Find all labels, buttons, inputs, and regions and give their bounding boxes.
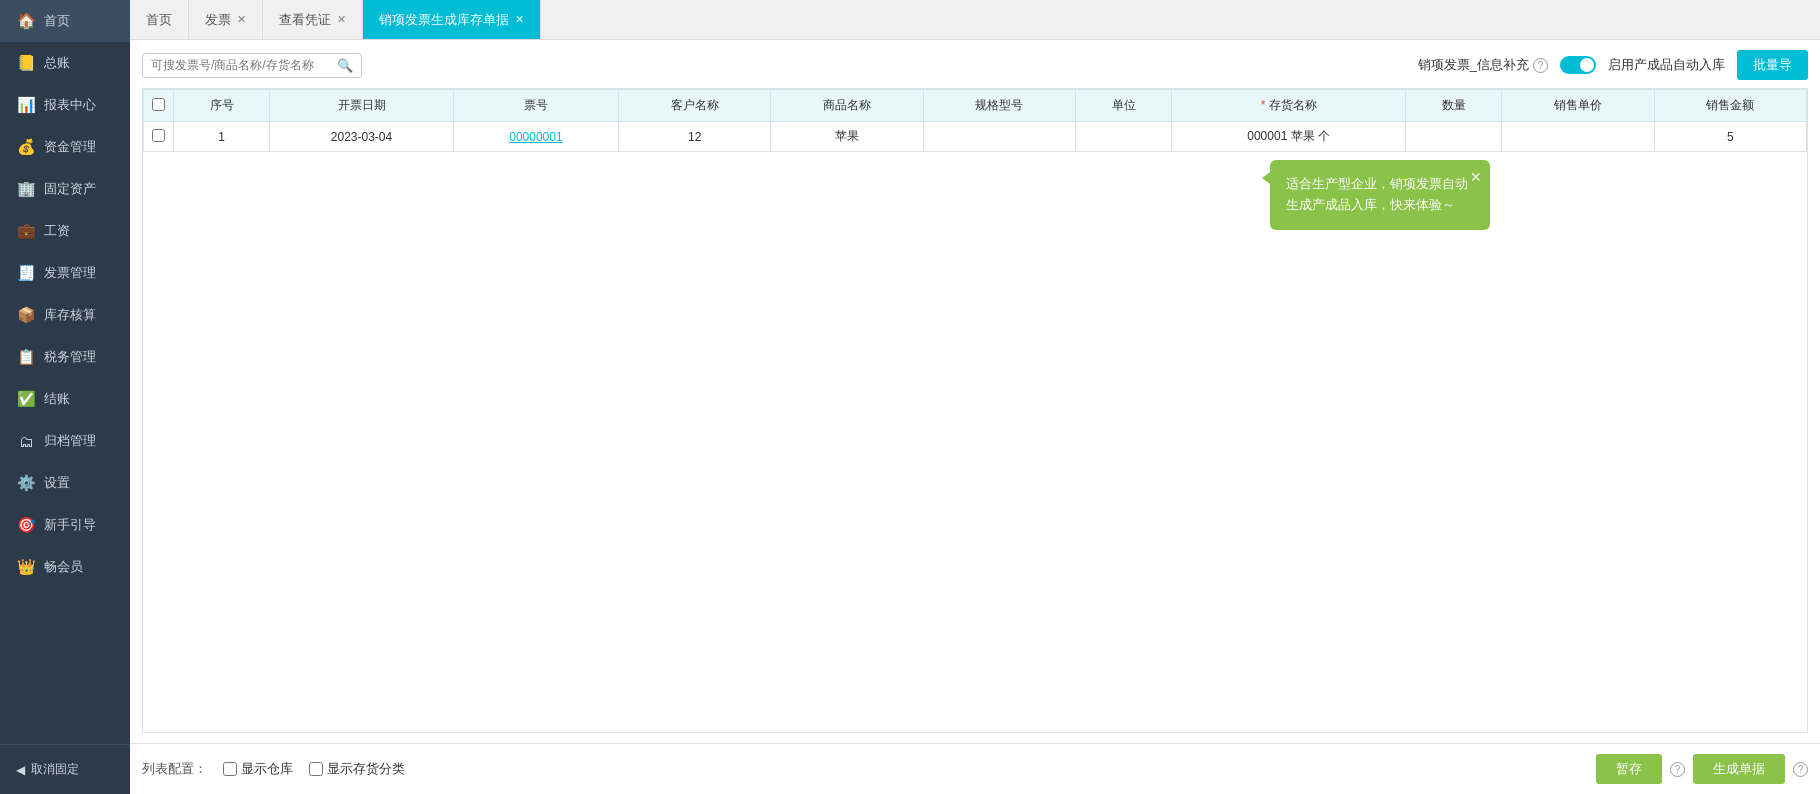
search-icon: 🔍 [337, 58, 353, 73]
header-customer: 客户名称 [618, 90, 770, 122]
sidebar: 🏠 首页 📒 总账 📊 报表中心 💰 资金管理 🏢 固定资产 💼 工资 🧾 发票… [0, 0, 130, 794]
archive-icon: 🗂 [16, 433, 36, 450]
tab-invoice[interactable]: 发票 ✕ [189, 0, 263, 39]
row-number: 00000001 [453, 122, 618, 152]
generate-button[interactable]: 生成单据 [1693, 754, 1785, 784]
show-warehouse-label[interactable]: 显示仓库 [223, 760, 293, 778]
main-panel: 首页 发票 ✕ 查看凭证 ✕ 销项发票生成库存单据 ✕ 🔍 销项发票_信息补充 … [130, 0, 1820, 794]
toolbar-right: 销项发票_信息补充 ? 启用产成品自动入库 批量导 [1418, 50, 1808, 80]
header-unit-price: 销售单价 [1502, 90, 1654, 122]
save-button[interactable]: 暂存 [1596, 754, 1662, 784]
table-header: 序号 开票日期 票号 客户名称 商品名称 规格型号 单位 存货名称 数量 销售单… [144, 90, 1807, 122]
sidebar-item-settlement[interactable]: ✅ 结账 [0, 378, 130, 420]
header-date: 开票日期 [270, 90, 454, 122]
sidebar-item-fund-management[interactable]: 💰 资金管理 [0, 126, 130, 168]
settlement-icon: ✅ [16, 390, 36, 408]
table-row: 1 2023-03-04 00000001 12 苹果 000001 苹果 个 … [144, 122, 1807, 152]
tooltip-close-button[interactable]: ✕ [1470, 166, 1482, 188]
sidebar-item-salary[interactable]: 💼 工资 [0, 210, 130, 252]
row-unit-price [1502, 122, 1654, 152]
sidebar-item-member[interactable]: 👑 畅会员 [0, 546, 130, 588]
close-invoice-tab[interactable]: ✕ [237, 13, 246, 26]
save-info-icon[interactable]: ? [1670, 762, 1685, 777]
sidebar-item-invoice-management[interactable]: 🧾 发票管理 [0, 252, 130, 294]
settings-icon: ⚙️ [16, 474, 36, 492]
sidebar-item-tax-management[interactable]: 📋 税务管理 [0, 336, 130, 378]
auto-warehouse-toggle[interactable] [1560, 56, 1596, 74]
report-icon: 📊 [16, 96, 36, 114]
row-inventory: 000001 苹果 个 [1172, 122, 1406, 152]
tax-icon: 📋 [16, 348, 36, 366]
sidebar-item-settings[interactable]: ⚙️ 设置 [0, 462, 130, 504]
assets-icon: 🏢 [16, 180, 36, 198]
bottom-bar-actions: 暂存 ? 生成单据 ? [1596, 754, 1808, 784]
header-unit: 单位 [1076, 90, 1172, 122]
ledger-icon: 📒 [16, 54, 36, 72]
header-model: 规格型号 [923, 90, 1075, 122]
tab-home[interactable]: 首页 [130, 0, 189, 39]
sidebar-item-archive-management[interactable]: 🗂 归档管理 [0, 420, 130, 462]
show-warehouse-checkbox[interactable] [223, 762, 237, 776]
batch-button[interactable]: 批量导 [1737, 50, 1808, 80]
inventory-icon: 📦 [16, 306, 36, 324]
info-label: 销项发票_信息补充 ? [1418, 56, 1548, 74]
invoice-icon: 🧾 [16, 264, 36, 282]
generate-info-icon[interactable]: ? [1793, 762, 1808, 777]
sidebar-item-report-center[interactable]: 📊 报表中心 [0, 84, 130, 126]
header-number: 票号 [453, 90, 618, 122]
header-product-name: 商品名称 [771, 90, 923, 122]
header-amount: 销售金额 [1654, 90, 1806, 122]
row-checkbox-cell [144, 122, 174, 152]
member-icon: 👑 [16, 558, 36, 576]
pin-button[interactable]: ◀ 取消固定 [0, 753, 130, 786]
close-generate-inventory-tab[interactable]: ✕ [515, 13, 524, 26]
header-seq: 序号 [174, 90, 270, 122]
select-all-checkbox[interactable] [152, 98, 165, 111]
table-body: 1 2023-03-04 00000001 12 苹果 000001 苹果 个 … [144, 122, 1807, 152]
toolbar: 🔍 销项发票_信息补充 ? 启用产成品自动入库 批量导 [142, 50, 1808, 80]
pin-icon: ◀ [16, 763, 25, 777]
home-icon: 🏠 [16, 12, 36, 30]
search-input[interactable] [151, 58, 337, 72]
header-checkbox-cell [144, 90, 174, 122]
sidebar-item-home[interactable]: 🏠 首页 [0, 0, 130, 42]
header-inventory: 存货名称 [1172, 90, 1406, 122]
tab-bar: 首页 发票 ✕ 查看凭证 ✕ 销项发票生成库存单据 ✕ [130, 0, 1820, 40]
main-table: 序号 开票日期 票号 客户名称 商品名称 规格型号 单位 存货名称 数量 销售单… [143, 89, 1807, 152]
sidebar-item-inventory[interactable]: 📦 库存核算 [0, 294, 130, 336]
row-date: 2023-03-04 [270, 122, 454, 152]
list-config-label: 列表配置： [142, 760, 207, 778]
row-model [923, 122, 1075, 152]
tab-generate-inventory[interactable]: 销项发票生成库存单据 ✕ [363, 0, 541, 39]
invoice-number-link[interactable]: 00000001 [509, 130, 562, 144]
row-customer: 12 [618, 122, 770, 152]
table-wrapper: 序号 开票日期 票号 客户名称 商品名称 规格型号 单位 存货名称 数量 销售单… [142, 88, 1808, 733]
salary-icon: 💼 [16, 222, 36, 240]
info-icon[interactable]: ? [1533, 58, 1548, 73]
show-inventory-category-checkbox[interactable] [309, 762, 323, 776]
tab-view-voucher[interactable]: 查看凭证 ✕ [263, 0, 363, 39]
toggle-label: 启用产成品自动入库 [1608, 56, 1725, 74]
fund-icon: 💰 [16, 138, 36, 156]
guide-icon: 🎯 [16, 516, 36, 534]
row-product-name: 苹果 [771, 122, 923, 152]
sidebar-item-general-ledger[interactable]: 📒 总账 [0, 42, 130, 84]
search-box[interactable]: 🔍 [142, 53, 362, 78]
sidebar-bottom: ◀ 取消固定 [0, 744, 130, 794]
show-inventory-category-label[interactable]: 显示存货分类 [309, 760, 405, 778]
row-quantity [1406, 122, 1502, 152]
sidebar-item-fixed-assets[interactable]: 🏢 固定资产 [0, 168, 130, 210]
sidebar-item-guide[interactable]: 🎯 新手引导 [0, 504, 130, 546]
content-area: 🔍 销项发票_信息补充 ? 启用产成品自动入库 批量导 [130, 40, 1820, 743]
row-unit [1076, 122, 1172, 152]
header-quantity: 数量 [1406, 90, 1502, 122]
row-seq: 1 [174, 122, 270, 152]
tooltip-popup: ✕ 适合生产型企业，销项发票自动生成产成品入库，快来体验～ [1270, 160, 1490, 230]
row-checkbox[interactable] [152, 129, 165, 142]
row-amount: 5 [1654, 122, 1806, 152]
close-view-voucher-tab[interactable]: ✕ [337, 13, 346, 26]
bottom-bar: 列表配置： 显示仓库 显示存货分类 暂存 ? 生成单据 ? [130, 743, 1820, 794]
